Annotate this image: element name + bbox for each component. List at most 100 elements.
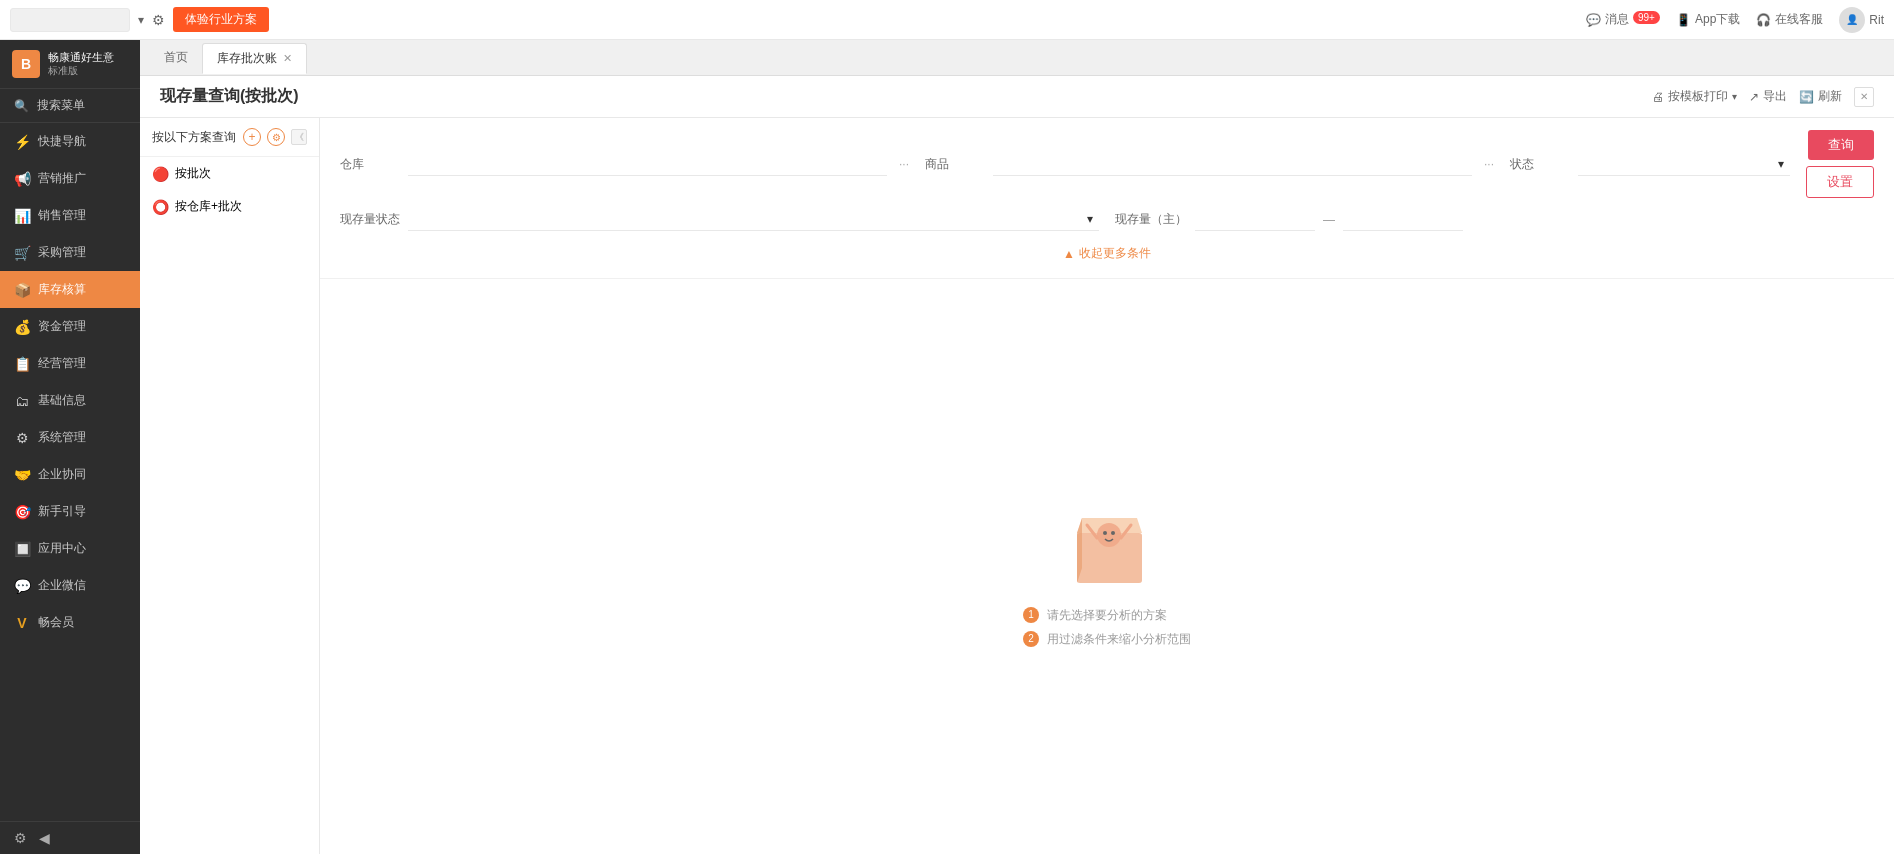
message-icon: 💬 (1586, 13, 1601, 27)
online-service-item[interactable]: 🎧 在线客服 (1756, 11, 1823, 28)
plan-item-batch[interactable]: 🔴 按批次 (140, 157, 319, 190)
collapse-icon[interactable]: ◀ (39, 830, 50, 846)
print-dropdown-icon[interactable]: ▾ (1732, 91, 1737, 102)
warehouse-input[interactable] (408, 153, 887, 176)
sidebar-item-member[interactable]: V 畅会员 (0, 604, 140, 641)
empty-steps: 1 请先选择要分析的方案 2 用过滤条件来缩小分析范围 (1023, 603, 1191, 651)
sidebar-item-basic[interactable]: 🗂 基础信息 (0, 382, 140, 419)
app-download-item[interactable]: 📱 App下载 (1676, 11, 1740, 28)
sidebar-item-collab[interactable]: 🤝 企业协同 (0, 456, 140, 493)
svg-point-4 (1097, 523, 1121, 547)
export-label: 导出 (1763, 88, 1787, 105)
print-icon: 🖨 (1652, 90, 1664, 104)
sidebar: B 畅康通好生意 标准版 🔍 搜索菜单 ⚡ 快捷导航 📢 营销推广 📊 销售管理… (0, 40, 140, 854)
filter-row-2: 现存量状态 ▾ 现存量（主） — (340, 208, 1874, 231)
headset-icon: 🎧 (1756, 13, 1771, 27)
plan-item-warehouse-batch[interactable]: ⭕ 按仓库+批次 (140, 190, 319, 223)
stock-status-select[interactable]: ▾ (408, 208, 1099, 231)
user-profile[interactable]: 👤 Rit (1839, 7, 1884, 33)
right-content: 仓库 ··· 商品 ··· 状态 (320, 118, 1894, 854)
collapse-panel-button[interactable]: 《 (291, 129, 307, 145)
sidebar-item-operation[interactable]: 📋 经营管理 (0, 345, 140, 382)
marketing-icon: 📢 (14, 171, 30, 187)
plan-batch-icon: 🔴 (152, 166, 169, 182)
sidebar-item-marketing[interactable]: 📢 营销推广 (0, 160, 140, 197)
page-title: 现存量查询(按批次) (160, 86, 299, 107)
sidebar-item-label: 企业协同 (38, 466, 86, 483)
refresh-icon: 🔄 (1799, 90, 1814, 104)
inventory-icon: 📦 (14, 282, 30, 298)
warehouse-more[interactable]: ··· (899, 157, 909, 171)
member-icon: V (14, 615, 30, 631)
left-panel-actions: + ⚙ 《 (243, 128, 307, 146)
topbar: ▾ ⚙ 体验行业方案 💬 消息 99+ 📱 App下载 🎧 在线客服 👤 Rit (0, 0, 1894, 40)
messages-badge: 99+ (1633, 11, 1660, 24)
basic-icon: 🗂 (14, 393, 30, 409)
stock-amount-max-input[interactable] (1343, 208, 1463, 231)
filter-section: 仓库 ··· 商品 ··· 状态 (320, 118, 1894, 279)
content-area: 首页 库存批次账 ✕ 现存量查询(按批次) 🖨 按模板打印 ▾ ↗ 导出 (140, 40, 1894, 854)
gear-icon[interactable]: ⚙ (152, 12, 165, 28)
product-input[interactable] (993, 153, 1472, 176)
logo-text: 畅康通好生意 (48, 50, 114, 64)
tab-bar: 首页 库存批次账 ✕ (140, 40, 1894, 76)
tab-close-icon[interactable]: ✕ (283, 52, 292, 65)
sidebar-item-sales[interactable]: 📊 销售管理 (0, 197, 140, 234)
export-icon: ↗ (1749, 90, 1759, 104)
settings-icon[interactable]: ⚙ (14, 830, 27, 846)
query-button[interactable]: 查询 (1808, 130, 1874, 160)
stock-amount-min-input[interactable] (1195, 208, 1315, 231)
filter-settings-button[interactable]: 设置 (1806, 166, 1874, 198)
stock-amount-label: 现存量（主） (1115, 211, 1187, 228)
system-icon: ⚙ (14, 430, 30, 446)
finance-icon: 💰 (14, 319, 30, 335)
settings-plan-button[interactable]: ⚙ (267, 128, 285, 146)
messages-item[interactable]: 💬 消息 99+ (1586, 11, 1660, 28)
page-content: 按以下方案查询 + ⚙ 《 🔴 按批次 ⭕ 按仓库+批次 (140, 118, 1894, 854)
stock-status-filter: 现存量状态 ▾ (340, 208, 1099, 231)
collapse-filter-btn[interactable]: ▲ 收起更多条件 (340, 241, 1874, 266)
tab-inventory-batch[interactable]: 库存批次账 ✕ (202, 43, 307, 74)
dropdown-arrow[interactable]: ▾ (138, 13, 144, 27)
sidebar-item-inventory[interactable]: 📦 库存核算 (0, 271, 140, 308)
sidebar-search[interactable]: 🔍 搜索菜单 (0, 89, 140, 123)
appstore-icon: 🔲 (14, 541, 30, 557)
trial-button[interactable]: 体验行业方案 (173, 7, 269, 32)
empty-state: 1 请先选择要分析的方案 2 用过滤条件来缩小分析范围 (320, 279, 1894, 854)
print-button[interactable]: 🖨 按模板打印 ▾ (1652, 88, 1737, 105)
sidebar-item-finance[interactable]: 💰 资金管理 (0, 308, 140, 345)
product-more[interactable]: ··· (1484, 157, 1494, 171)
sidebar-item-label: 资金管理 (38, 318, 86, 335)
online-service-label: 在线客服 (1775, 11, 1823, 28)
user-name: Rit (1869, 13, 1884, 27)
sidebar-item-system[interactable]: ⚙ 系统管理 (0, 419, 140, 456)
sidebar-item-purchase[interactable]: 🛒 采购管理 (0, 234, 140, 271)
sales-icon: 📊 (14, 208, 30, 224)
warehouse-label: 仓库 (340, 156, 400, 173)
sidebar-item-wechat[interactable]: 💬 企业微信 (0, 567, 140, 604)
add-plan-button[interactable]: + (243, 128, 261, 146)
tab-home-label: 首页 (164, 49, 188, 66)
plan-warehouse-batch-icon: ⭕ (152, 199, 169, 215)
product-filter: 商品 ··· (925, 153, 1494, 176)
status-label: 状态 (1510, 156, 1570, 173)
sidebar-item-label: 基础信息 (38, 392, 86, 409)
sidebar-item-appstore[interactable]: 🔲 应用中心 (0, 530, 140, 567)
step-2-text: 用过滤条件来缩小分析范围 (1047, 627, 1191, 651)
main-layout: B 畅康通好生意 标准版 🔍 搜索菜单 ⚡ 快捷导航 📢 营销推广 📊 销售管理… (0, 40, 1894, 854)
topbar-left: ▾ ⚙ 体验行业方案 (10, 7, 269, 32)
status-select[interactable]: ▾ (1578, 153, 1790, 176)
sidebar-item-newbie[interactable]: 🎯 新手引导 (0, 493, 140, 530)
empty-svg (1057, 483, 1167, 593)
left-panel: 按以下方案查询 + ⚙ 《 🔴 按批次 ⭕ 按仓库+批次 (140, 118, 320, 854)
svg-point-6 (1111, 531, 1115, 535)
left-panel-title: 按以下方案查询 (152, 129, 236, 146)
refresh-button[interactable]: 🔄 刷新 (1799, 88, 1842, 105)
phone-icon: 📱 (1676, 13, 1691, 27)
export-button[interactable]: ↗ 导出 (1749, 88, 1787, 105)
panel-close-button[interactable]: ✕ (1854, 87, 1874, 107)
newbie-icon: 🎯 (14, 504, 30, 520)
tab-home[interactable]: 首页 (150, 43, 202, 72)
step-2-num: 2 (1023, 631, 1039, 647)
sidebar-item-quick-nav[interactable]: ⚡ 快捷导航 (0, 123, 140, 160)
